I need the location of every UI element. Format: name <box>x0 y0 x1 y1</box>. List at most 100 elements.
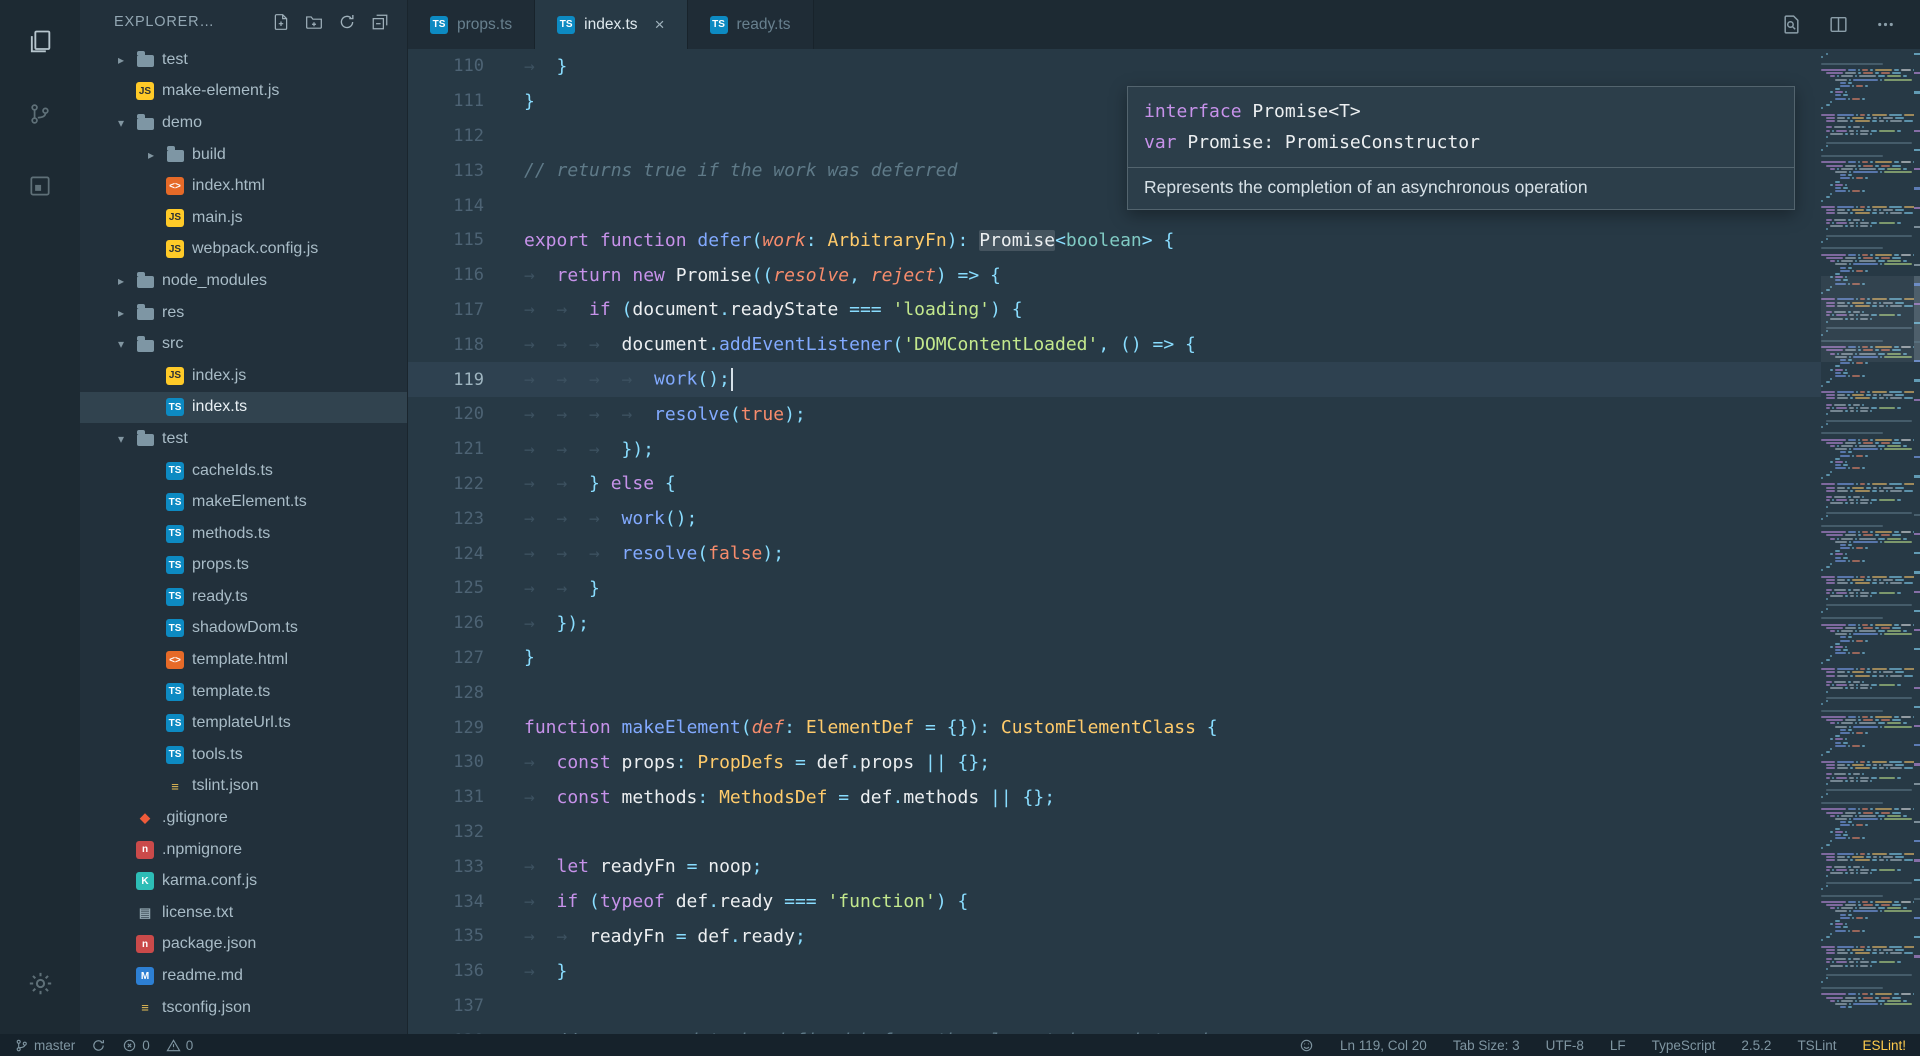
code-line-124[interactable]: 124 → → → resolve(false); <box>408 536 1821 571</box>
code-line-123[interactable]: 123 → → → work(); <box>408 501 1821 536</box>
tree-item-tsconfig.json[interactable]: ≡ tsconfig.json <box>80 992 407 1024</box>
status-warnings[interactable]: 0 <box>166 1038 193 1053</box>
status-eslint[interactable]: ESLint! <box>1862 1038 1906 1053</box>
new-file-button[interactable] <box>272 13 290 31</box>
tree-item-methods.ts[interactable]: TS methods.ts <box>80 518 407 550</box>
tree-item-.gitignore[interactable]: ◆ .gitignore <box>80 802 407 834</box>
source-control-activity-button[interactable] <box>16 92 64 140</box>
code-line-138[interactable]: 138→// props need to be defined before t… <box>408 1023 1821 1034</box>
status-tslint[interactable]: TSLint <box>1797 1038 1836 1053</box>
status-git-branch[interactable]: master <box>14 1038 75 1053</box>
settings-activity-button[interactable] <box>16 962 64 1010</box>
status-language-mode[interactable]: TypeScript <box>1652 1038 1716 1053</box>
tree-item-make-element.js[interactable]: JS make-element.js <box>80 76 407 108</box>
editor-group: TS props.ts TS index.ts × TS ready.ts 110 →} 111… <box>408 0 1920 1034</box>
split-editor-button[interactable] <box>1828 14 1849 35</box>
collapse-folders-button[interactable] <box>371 13 389 31</box>
code-line-132[interactable]: 132 <box>408 815 1821 850</box>
tab-props.ts[interactable]: TS props.ts <box>408 0 536 49</box>
status-eol[interactable]: LF <box>1610 1038 1626 1053</box>
tree-item-test[interactable]: ▾ test <box>80 423 407 455</box>
status-encoding[interactable]: UTF-8 <box>1546 1038 1584 1053</box>
code-line-128[interactable]: 128 <box>408 675 1821 710</box>
status-label: 2.5.2 <box>1741 1037 1772 1053</box>
status-tab-size[interactable]: Tab Size: 3 <box>1453 1038 1520 1053</box>
code-line-130[interactable]: 130 → const props: PropDefs = def.props ||… <box>408 745 1821 780</box>
status-label: 0 <box>142 1037 150 1053</box>
tree-item-build[interactable]: ▸ build <box>80 139 407 171</box>
code-line-127[interactable]: 127} <box>408 641 1821 676</box>
status-sync[interactable] <box>91 1038 106 1053</box>
code-line-134[interactable]: 134 → if (typeof def.ready === 'function')… <box>408 884 1821 919</box>
minimap-viewport[interactable] <box>1821 276 1914 362</box>
tab-whitespace-icon: → <box>589 368 600 390</box>
tree-item-cacheIds.ts[interactable]: TS cacheIds.ts <box>80 455 407 487</box>
tree-item-main.js[interactable]: JS main.js <box>80 202 407 234</box>
code-line-125[interactable]: 125 → →} <box>408 571 1821 606</box>
code-line-136[interactable]: 136 →} <box>408 954 1821 989</box>
tree-item-template.html[interactable]: <> template.html <box>80 644 407 676</box>
minimap[interactable] <box>1821 49 1914 1034</box>
code-line-122[interactable]: 122 → →} else { <box>408 467 1821 502</box>
tree-item-karma.conf.js[interactable]: Kkarma.conf.js <box>80 865 407 897</box>
tree-item-label: template.ts <box>192 682 271 700</box>
sidebar-explorer: EXPLORER… ▸ test JS make-element.js ▾ demo ▸ bu… <box>80 0 408 1034</box>
code-line-117[interactable]: 117 → → if (document.readyState === 'loadin… <box>408 293 1821 328</box>
tree-item-node-modules[interactable]: ▸ node_modules <box>80 265 407 297</box>
tree-item-readme.md[interactable]: Mreadme.md <box>80 960 407 992</box>
new-folder-button[interactable] <box>305 13 323 31</box>
code-line-119[interactable]: 119 → → → → work(); <box>408 362 1821 397</box>
code-line-131[interactable]: 131 → const methods: MethodsDef = def.meth… <box>408 780 1821 815</box>
scrollbar-thumb[interactable] <box>1914 276 1920 362</box>
close-icon[interactable]: × <box>655 16 665 33</box>
tree-item-tslint.json[interactable]: ≡ tslint.json <box>80 771 407 803</box>
tree-item-index.html[interactable]: <> index.html <box>80 170 407 202</box>
code-line-133[interactable]: 133 → let readyFn = noop; <box>408 849 1821 884</box>
code-line-135[interactable]: 135 → → readyFn = def.ready; <box>408 919 1821 954</box>
tree-item-package.json[interactable]: n package.json <box>80 929 407 961</box>
code-line-137[interactable]: 137 <box>408 989 1821 1024</box>
html-file-icon: <> <box>166 177 184 196</box>
tree-item-res[interactable]: ▸ res <box>80 297 407 329</box>
refresh-explorer-button[interactable] <box>338 13 356 31</box>
tree-item-index.ts[interactable]: TS index.ts <box>80 391 407 424</box>
tree-item-shadowDom.ts[interactable]: TS shadowDom.ts <box>80 613 407 645</box>
tree-item-src[interactable]: ▾ src <box>80 328 407 360</box>
status-errors[interactable]: 0 <box>122 1038 150 1053</box>
tree-item-tools.ts[interactable]: TS tools.ts <box>80 739 407 771</box>
code-line-115[interactable]: 115 export function defer(work: Arbitrary… <box>408 223 1821 258</box>
branchsm-icon <box>14 1038 29 1053</box>
tree-item-props.ts[interactable]: TS props.ts <box>80 550 407 582</box>
tree-item-label: res <box>162 303 185 321</box>
tree-item-webpack.config.js[interactable]: JS webpack.config.js <box>80 234 407 266</box>
code-line-116[interactable]: 116 → return new Promise((resolve, reject)… <box>408 258 1821 293</box>
code-line-118[interactable]: 118 → → → document.addEventListener('DOMCont… <box>408 327 1821 362</box>
tree-item-test[interactable]: ▸ test <box>80 44 407 76</box>
status-ts-version[interactable]: 2.5.2 <box>1741 1038 1771 1053</box>
tree-item-license.txt[interactable]: ▤ license.txt <box>80 897 407 929</box>
tab-ready.ts[interactable]: TS ready.ts <box>687 0 814 49</box>
tree-item-makeElement.ts[interactable]: TS makeElement.ts <box>80 486 407 518</box>
code-line-121[interactable]: 121 → → →}); <box>408 432 1821 467</box>
tree-item-templateUrl.ts[interactable]: TS templateUrl.ts <box>80 707 407 739</box>
explorer-activity-button[interactable] <box>16 20 64 68</box>
more-actions-button[interactable] <box>1875 14 1896 35</box>
status-feedback[interactable] <box>1299 1038 1314 1053</box>
tree-item-index.js[interactable]: JS index.js <box>80 360 407 392</box>
code-line-110[interactable]: 110 →} <box>408 49 1821 84</box>
tree-item-.npmignore[interactable]: n .npmignore <box>80 834 407 866</box>
tree-item-label: node_modules <box>162 271 267 289</box>
open-changes-button[interactable] <box>1781 14 1802 35</box>
tree-item-ready.ts[interactable]: TS ready.ts <box>80 581 407 613</box>
extensions-activity-button[interactable] <box>16 164 64 212</box>
status-cursor-position[interactable]: Ln 119, Col 20 <box>1340 1038 1427 1053</box>
code-line-129[interactable]: 129 function makeElement(def: ElementDef … <box>408 710 1821 745</box>
tree-item-template.ts[interactable]: TS template.ts <box>80 676 407 708</box>
tree-item-demo[interactable]: ▾ demo <box>80 107 407 139</box>
code-line-126[interactable]: 126 →}); <box>408 606 1821 641</box>
editor[interactable]: 110 →} 111} 112 113// returns true if the wo… <box>408 49 1920 1034</box>
scrollbar[interactable] <box>1914 49 1920 1034</box>
tab-whitespace-icon: → <box>589 334 600 356</box>
tab-index.ts[interactable]: TS index.ts × <box>535 0 688 49</box>
code-line-120[interactable]: 120 → → → → resolve(true); <box>408 397 1821 432</box>
